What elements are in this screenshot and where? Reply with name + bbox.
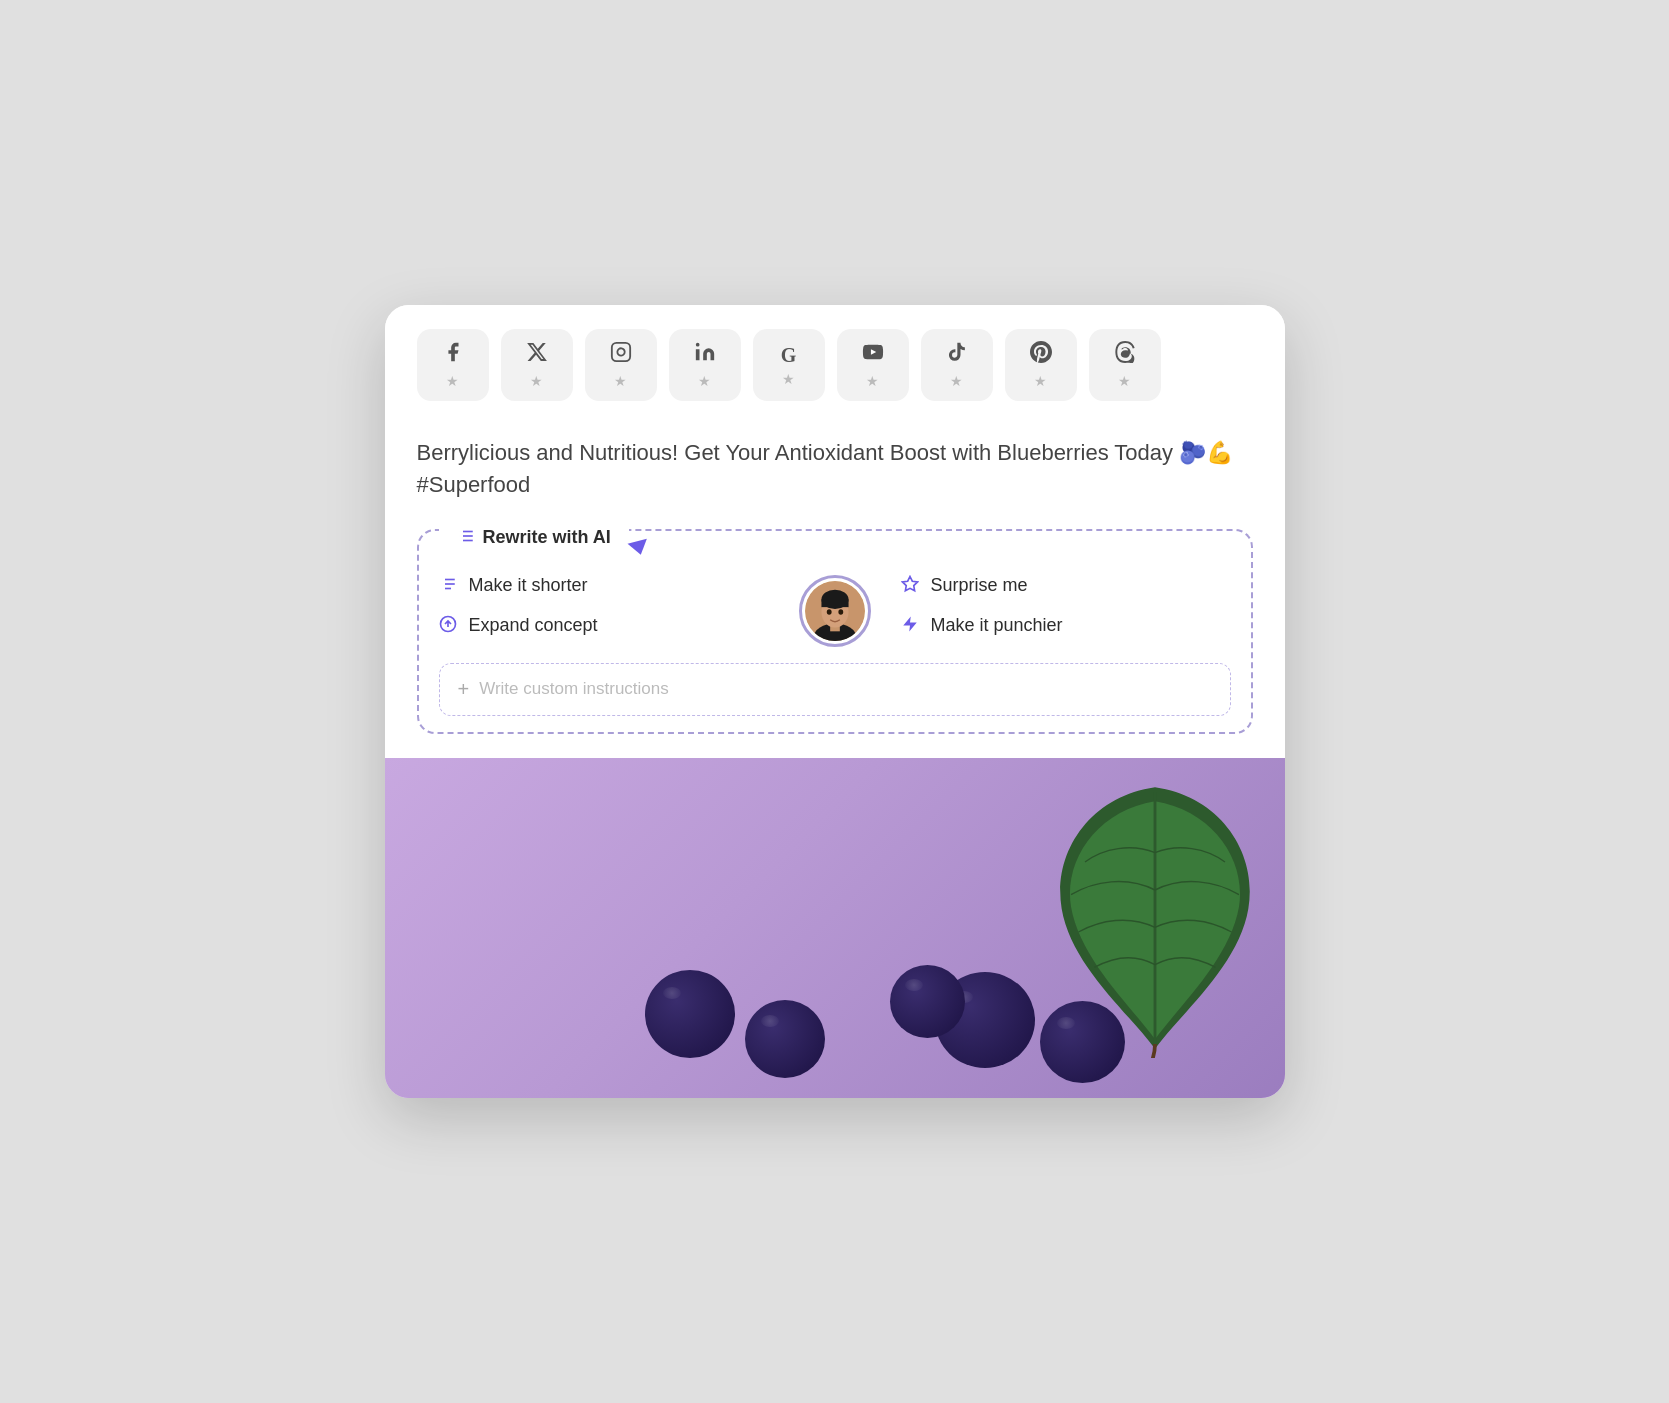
expand-label: Expand concept (469, 615, 598, 636)
svg-point-24 (838, 609, 843, 614)
blueberry-image (385, 758, 1285, 1098)
star-icon: ★ (530, 373, 543, 389)
avatar-ring (799, 575, 871, 647)
avatar-container (789, 575, 881, 647)
social-btn-tiktok[interactable]: ★ (921, 329, 993, 401)
shorter-label: Make it shorter (469, 575, 588, 596)
youtube-icon (862, 341, 884, 369)
avatar (805, 581, 865, 641)
shorter-icon (439, 575, 459, 597)
star-icon: ★ (1118, 373, 1131, 389)
social-btn-instagram[interactable]: ★ (585, 329, 657, 401)
svg-rect-0 (611, 343, 629, 361)
surprise-label: Surprise me (931, 575, 1028, 596)
image-background (385, 758, 1285, 1098)
instagram-icon (610, 341, 632, 369)
tooltip-arrow (627, 539, 650, 558)
ai-options-left: Make it shorter Expand concept (439, 575, 769, 637)
social-btn-facebook[interactable]: ★ (417, 329, 489, 401)
star-icon: ★ (866, 373, 879, 389)
punchier-label: Make it punchier (931, 615, 1063, 636)
blueberry-1 (645, 970, 735, 1058)
post-text: Berrylicious and Nutritious! Get Your An… (417, 437, 1253, 501)
app-window: ★ ★ ★ ★ G ★ ★ (385, 305, 1285, 1098)
expand-icon (439, 615, 459, 637)
svg-point-23 (826, 609, 831, 614)
social-toolbar: ★ ★ ★ ★ G ★ ★ (385, 305, 1285, 417)
social-btn-threads[interactable]: ★ (1089, 329, 1161, 401)
svg-marker-25 (902, 576, 917, 590)
ai-option-expand[interactable]: Expand concept (439, 615, 769, 637)
ai-header-label: Rewrite with AI (483, 527, 611, 548)
twitter-x-icon (526, 341, 548, 369)
svg-rect-22 (821, 599, 848, 607)
threads-icon (1114, 341, 1136, 369)
ai-option-punchier[interactable]: Make it punchier (901, 615, 1231, 637)
social-btn-youtube[interactable]: ★ (837, 329, 909, 401)
star-icon: ★ (698, 373, 711, 389)
star-icon: ★ (1034, 373, 1047, 389)
ai-rewrite-header[interactable]: Rewrite with AI (439, 517, 629, 559)
surprise-icon (901, 575, 921, 597)
google-icon: G (781, 344, 797, 367)
rewrite-icon (457, 527, 475, 549)
linkedin-icon (694, 341, 716, 369)
ai-options-right: Surprise me Make it punchier (901, 575, 1231, 637)
facebook-icon (442, 341, 464, 369)
blueberry-2 (745, 1000, 825, 1078)
ai-rewrite-panel: Rewrite with AI Make it shorter (417, 529, 1253, 734)
ai-option-surprise[interactable]: Surprise me (901, 575, 1231, 597)
star-icon: ★ (782, 371, 795, 387)
social-btn-linkedin[interactable]: ★ (669, 329, 741, 401)
svg-point-2 (695, 343, 699, 347)
social-btn-twitter[interactable]: ★ (501, 329, 573, 401)
star-icon: ★ (614, 373, 627, 389)
social-btn-pinterest[interactable]: ★ (1005, 329, 1077, 401)
svg-marker-26 (903, 616, 917, 631)
tiktok-icon (946, 341, 968, 369)
blueberry-4 (890, 965, 965, 1038)
punchier-icon (901, 615, 921, 637)
social-btn-google[interactable]: G ★ (753, 329, 825, 401)
custom-instructions-placeholder: Write custom instructions (479, 679, 669, 699)
plus-icon: + (458, 678, 470, 701)
ai-panel-body: Make it shorter Expand concept (419, 559, 1251, 655)
star-icon: ★ (446, 373, 459, 389)
ai-option-shorter[interactable]: Make it shorter (439, 575, 769, 597)
blueberry-5 (1040, 1001, 1125, 1083)
custom-instructions-input[interactable]: + Write custom instructions (439, 663, 1231, 716)
content-area: Berrylicious and Nutritious! Get Your An… (385, 417, 1285, 758)
pinterest-icon (1030, 341, 1052, 369)
star-icon: ★ (950, 373, 963, 389)
